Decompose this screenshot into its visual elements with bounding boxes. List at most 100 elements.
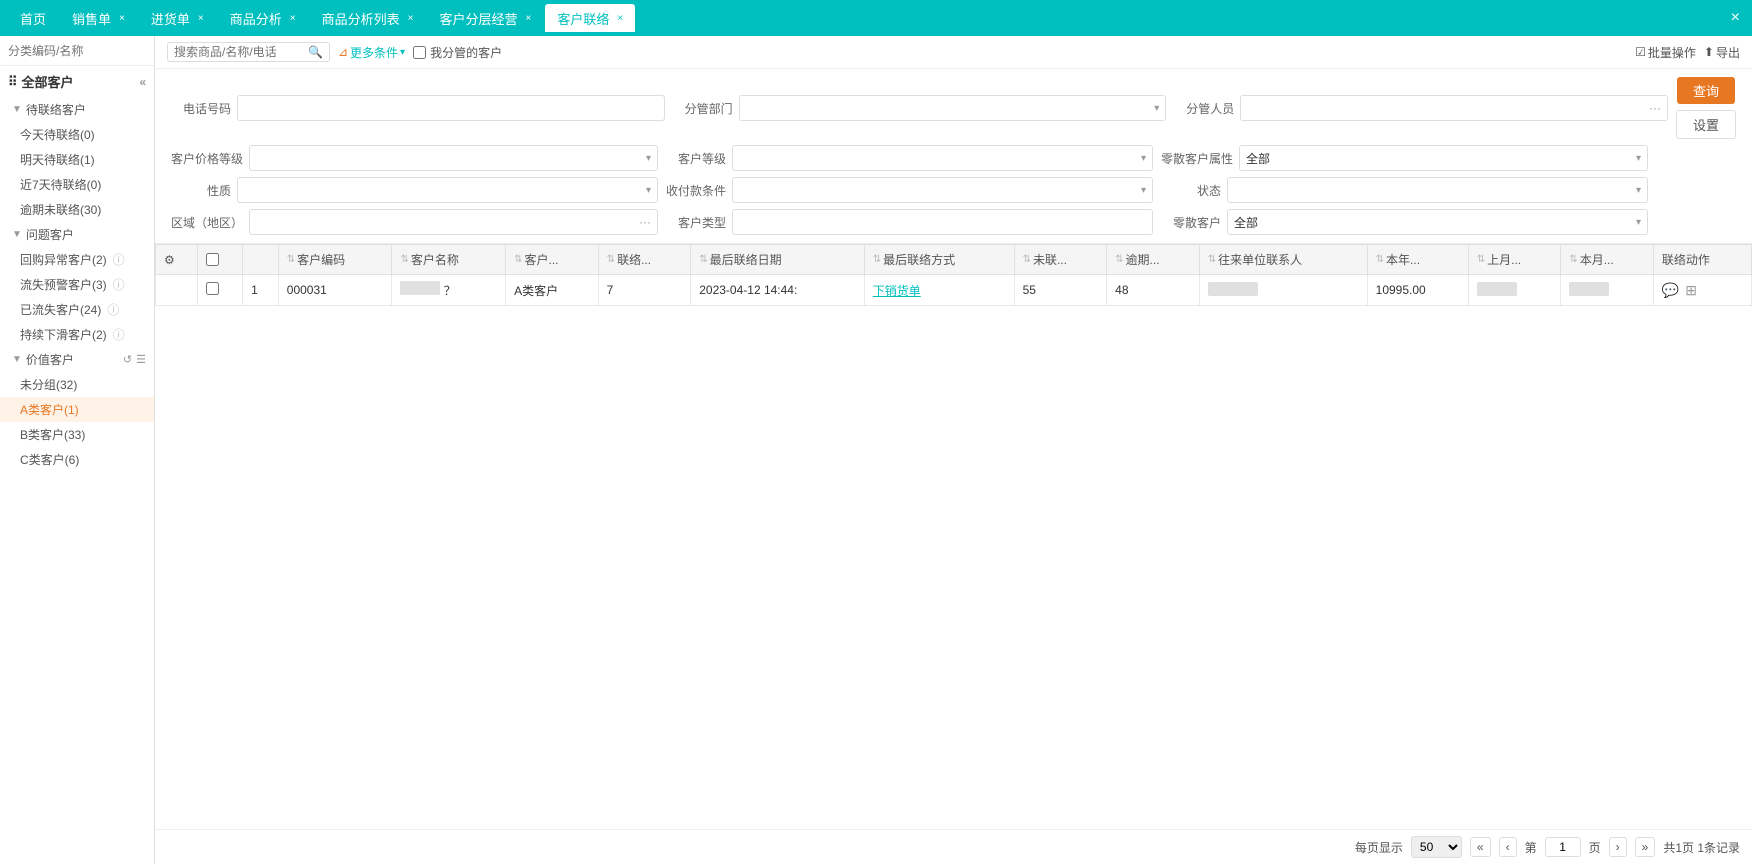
top-nav: 首页 销售单 × 进货单 × 商品分析 × 商品分析列表 × 客户分层经营 × … [0,0,1752,36]
th-unit-contacts[interactable]: ⇅往来单位联系人 [1199,245,1367,275]
nav-tab-customer-contact[interactable]: 客户联络 × [545,4,635,32]
nav-tab-analysis-list[interactable]: 商品分析列表 × [310,4,426,32]
th-checkbox[interactable] [197,245,242,275]
sidebar-item-7days[interactable]: 近7天待联络(0) [0,172,154,197]
sidebar-group-value[interactable]: ▼ 价值客户 ↺ ☰ [0,347,154,372]
th-type[interactable]: ⇅客户... [506,245,599,275]
th-last-month[interactable]: ⇅上月... [1468,245,1561,275]
field-dept-input[interactable]: ▾ [739,95,1167,121]
field-scatter-attr-input[interactable]: 全部 ▾ [1239,145,1648,171]
sidebar-group-pending[interactable]: ▼ 待联络客户 [0,97,154,122]
first-page-btn[interactable]: « [1470,837,1491,857]
th-no-contact[interactable]: ⇅未联... [1014,245,1107,275]
sidebar-item-overdue[interactable]: 逾期未联络(30) [0,197,154,222]
nav-tab-purchase-close[interactable]: × [198,13,204,24]
info-icon-4: ⓘ [113,326,125,343]
window-close-btn[interactable]: × [1727,5,1744,31]
td-last-date: 2023-04-12 14:44: [691,275,865,306]
nav-tab-customer-seg-close[interactable]: × [525,13,531,24]
th-last-date[interactable]: ⇅最后联络日期 [691,245,865,275]
td-checkbox[interactable] [197,275,242,306]
query-button[interactable]: 查询 [1677,77,1735,104]
th-contact[interactable]: ⇅联络... [598,245,691,275]
last-method-link[interactable]: 下销货单 [873,284,921,298]
nav-tab-analysis-close[interactable]: × [290,13,296,24]
th-last-method[interactable]: ⇅最后联络方式 [864,245,1014,275]
select-all-checkbox[interactable] [206,253,219,266]
grid-icon: ⠿ [8,74,18,90]
my-customers-checkbox-wrap[interactable]: 我分管的客户 [413,44,502,61]
nav-tab-analysis[interactable]: 商品分析 × [218,4,308,32]
td-last-method[interactable]: 下销货单 [864,275,1014,306]
th-settings[interactable]: ⚙ [156,245,198,275]
page-input[interactable] [1545,837,1581,857]
nav-tab-customer-seg[interactable]: 客户分层经营 × [427,4,543,32]
sidebar-item-b-class[interactable]: B类客户(33) [0,422,154,447]
sidebar-collapse-icon[interactable]: « [139,75,146,89]
my-customers-checkbox[interactable] [413,46,426,59]
sidebar-item-churned[interactable]: 已流失客户(24) ⓘ [0,297,154,322]
export-btn[interactable]: ⬆ 导出 [1704,44,1740,61]
filter-actions: ☑ 批量操作 ⬆ 导出 [1635,44,1740,61]
last-page-btn[interactable]: » [1635,837,1656,857]
info-icon-1: ⓘ [113,251,125,268]
field-scatter-customer-input[interactable]: 全部 ▾ [1227,209,1648,235]
nav-tab-purchase[interactable]: 进货单 × [139,4,216,32]
row-checkbox[interactable] [206,282,219,295]
th-code[interactable]: ⇅客户编码 [278,245,392,275]
refresh-icon[interactable]: ↺ [123,353,132,366]
td-name[interactable]: ？ [392,275,506,306]
field-payment-input[interactable]: ▾ [732,177,1153,203]
my-customers-label: 我分管的客户 [430,44,502,61]
search-input[interactable] [174,45,304,59]
field-nature-input[interactable]: ▾ [237,177,658,203]
nav-home[interactable]: 首页 [8,4,58,32]
nav-tab-analysis-list-close[interactable]: × [408,13,414,24]
message-icon[interactable]: 💬 [1662,282,1679,299]
add-group-icon[interactable]: ☰ [136,353,146,366]
field-price-level-input[interactable]: ▾ [249,145,658,171]
value-group-label: 价值客户 [26,351,74,368]
batch-op-btn[interactable]: ☑ 批量操作 [1635,44,1696,61]
sidebar-all-customers[interactable]: ⠿ 全部客户 « [0,66,154,97]
field-customer-level-input[interactable]: ▾ [732,145,1153,171]
next-page-btn[interactable]: › [1609,837,1627,857]
sort-icon-name: ⇅ [400,254,408,265]
field-region-input[interactable]: ··· [249,209,658,235]
td-code[interactable]: 000031 [278,275,392,306]
per-page-select[interactable]: 50 100 200 [1411,836,1462,858]
field-phone-input[interactable] [237,95,665,121]
payment-dropdown-icon: ▾ [1141,185,1146,196]
sidebar-item-today[interactable]: 今天待联络(0) [0,122,154,147]
sidebar-search-input[interactable] [8,44,155,58]
sidebar-item-declining[interactable]: 持续下滑客户(2) ⓘ [0,322,154,347]
th-overdue[interactable]: ⇅逾期... [1107,245,1200,275]
nav-tab-sales-close[interactable]: × [119,13,125,24]
more-filters-btn[interactable]: ⊿ 更多条件 ▾ [338,44,405,61]
td-unit-contacts [1199,275,1367,306]
settings-button[interactable]: 设置 [1676,110,1736,139]
sidebar-item-c-class[interactable]: C类客户(6) [0,447,154,472]
sidebar-group-problem[interactable]: ▼ 问题客户 [0,222,154,247]
field-manager-input[interactable]: ··· [1240,95,1668,121]
th-this-year[interactable]: ⇅本年... [1367,245,1468,275]
qr-icon[interactable]: ⊞ [1685,282,1697,299]
field-status-input[interactable]: ▾ [1227,177,1648,203]
sidebar-item-ungrouped[interactable]: 未分组(32) [0,372,154,397]
field-payment-label: 收付款条件 [666,182,726,199]
sidebar-item-a-class[interactable]: A类客户(1) [0,397,154,422]
settings-icon[interactable]: ⚙ [164,253,175,267]
customer-name-suffix: ？ [444,284,456,298]
sidebar-item-repurchase-abnormal[interactable]: 回购异常客户(2) ⓘ [0,247,154,272]
th-name[interactable]: ⇅客户名称 [392,245,506,275]
prev-page-btn[interactable]: ‹ [1499,837,1517,857]
search-icon[interactable]: 🔍 [308,45,323,59]
sidebar-item-churn-warning[interactable]: 流失预警客户(3) ⓘ [0,272,154,297]
sidebar-item-tomorrow[interactable]: 明天待联络(1) [0,147,154,172]
nav-tab-customer-contact-close[interactable]: × [617,13,623,24]
field-customer-type-input[interactable] [732,209,1153,235]
sort-icon-contact: ⇅ [607,254,615,265]
th-this-month[interactable]: ⇅本月... [1561,245,1654,275]
field-manager-label: 分管人员 [1174,100,1234,117]
nav-tab-sales[interactable]: 销售单 × [60,4,137,32]
